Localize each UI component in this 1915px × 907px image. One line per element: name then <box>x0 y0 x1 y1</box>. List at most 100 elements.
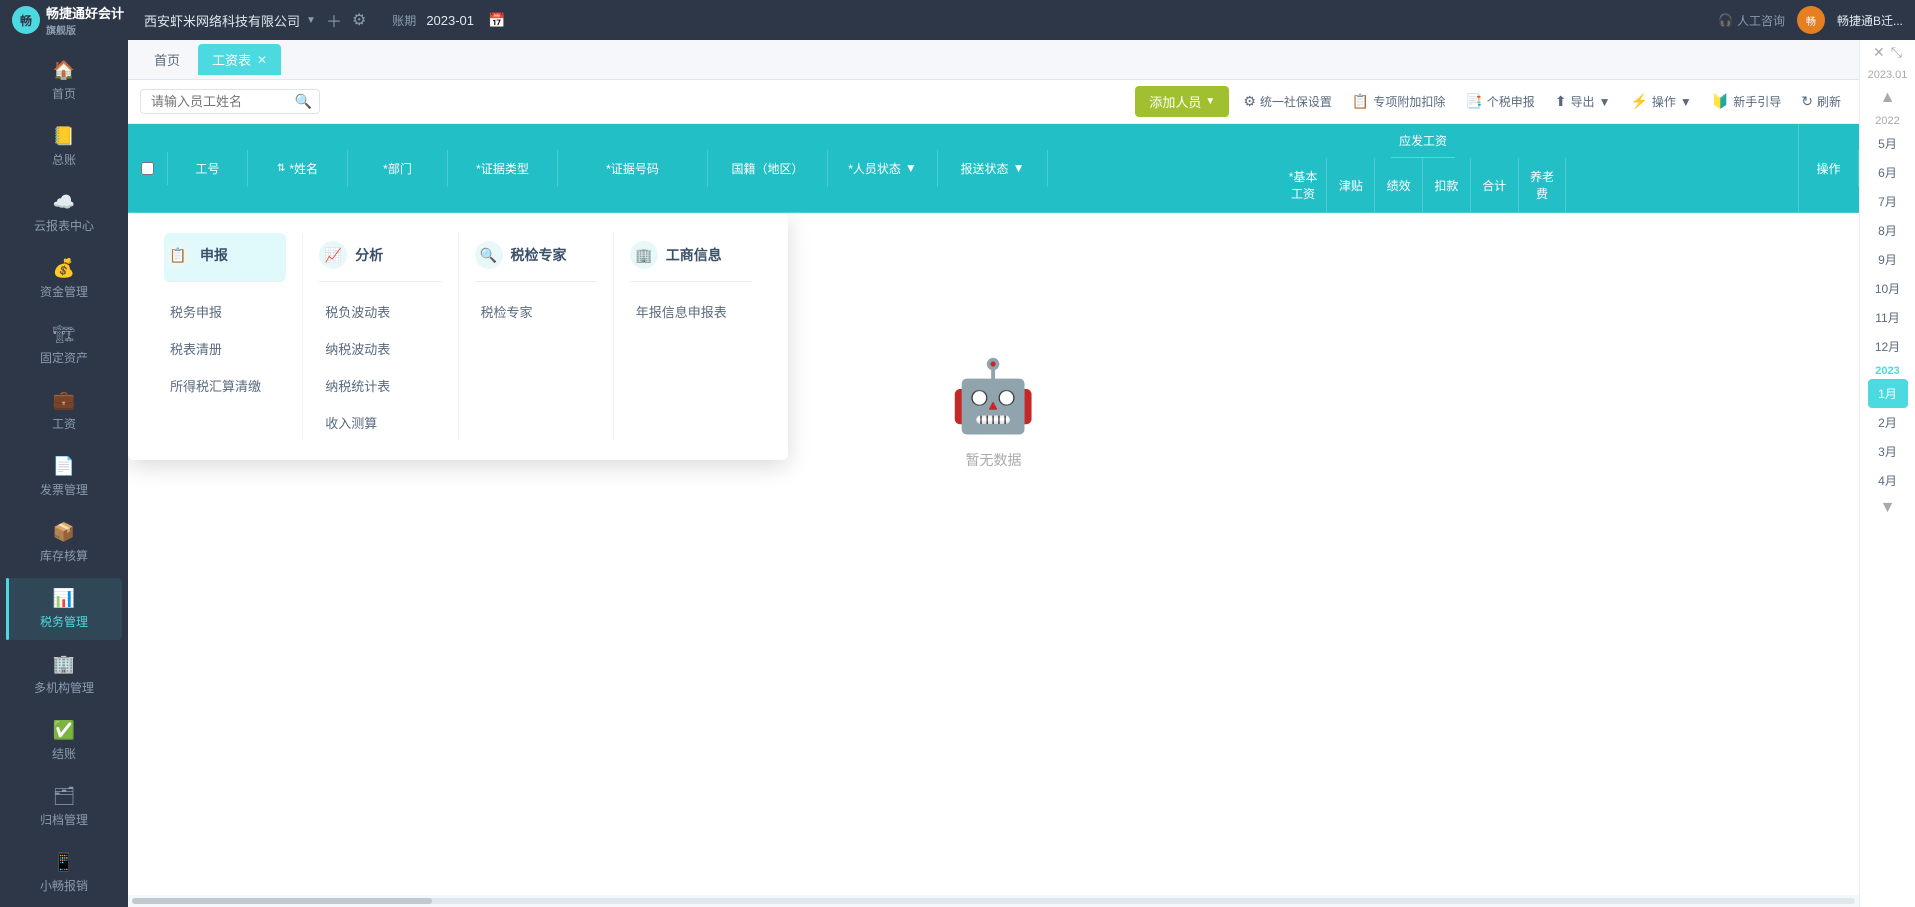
year-2022: 2022 <box>1875 115 1899 127</box>
search-input[interactable] <box>140 89 320 114</box>
company-selector[interactable]: 西安虾米网络科技有限公司 ▼ <box>144 11 316 30</box>
th-status[interactable]: *人员状态 ▼ <box>828 150 938 187</box>
panel-controls: ✕ ⤡ <box>1873 44 1902 61</box>
month-2022-9[interactable]: 9月 <box>1868 245 1908 274</box>
close-books-icon: ✅ <box>53 720 75 741</box>
month-2022-5[interactable]: 5月 <box>1868 129 1908 158</box>
tax-expert-item[interactable]: 税检专家 <box>475 294 597 329</box>
th-wages-group: 应发工资 *基本工资 津贴 绩效 扣款 合计 养老费 <box>1048 124 1799 212</box>
th-id: 工号 <box>168 150 248 187</box>
sidebar-item-close[interactable]: ✅ 结账 <box>6 710 122 772</box>
sidebar-item-inventory[interactable]: 📦 库存核算 <box>6 512 122 574</box>
th-total: 合计 <box>1471 158 1519 212</box>
dropdown-section-tax-expert: 🔍 税检专家 税检专家 <box>459 233 614 440</box>
period-label: 账期 <box>392 12 416 29</box>
month-2022-7[interactable]: 7月 <box>1868 187 1908 216</box>
calendar-nav-down[interactable]: ▼ <box>1876 495 1900 521</box>
status-filter-icon: ▼ <box>905 161 917 175</box>
month-2022-12[interactable]: 12月 <box>1868 332 1908 361</box>
social-security-label: 统一社保设置 <box>1260 93 1332 110</box>
th-report-status[interactable]: 报送状态 ▼ <box>938 150 1048 187</box>
section-header-tax-expert: 🔍 税检专家 <box>475 233 597 282</box>
scroll-thumb[interactable] <box>132 898 432 904</box>
analysis-title: 分析 <box>355 245 383 265</box>
panel-close-icon[interactable]: ✕ <box>1873 44 1885 61</box>
th-checkbox[interactable] <box>128 152 168 185</box>
add-person-label: 添加人员 <box>1149 92 1201 111</box>
th-wages-subs: *基本工资 津贴 绩效 扣款 合计 养老费 <box>1280 158 1567 212</box>
horizontal-scrollbar[interactable] <box>128 895 1859 907</box>
tax-return-btn[interactable]: 📑 个税申报 <box>1459 93 1540 110</box>
operations-btn[interactable]: ⚡ 操作 ▼ <box>1624 93 1697 110</box>
income-tax-calc-item[interactable]: 所得税汇算清缴 <box>164 368 286 403</box>
period-calendar-icon[interactable]: 📅 <box>488 12 505 29</box>
social-security-btn[interactable]: ⚙ 统一社保设置 <box>1237 93 1338 110</box>
th-wages-title: 应发工资 <box>1391 124 1455 158</box>
sidebar-item-home[interactable]: 🏠 首页 <box>6 50 122 112</box>
th-name[interactable]: ⇅ *姓名 <box>248 150 348 187</box>
tax-declaration-item[interactable]: 税务申报 <box>164 294 286 329</box>
sidebar-item-multi-org[interactable]: 🏢 多机构管理 <box>6 644 122 706</box>
month-2023-1[interactable]: 1月 <box>1868 379 1908 408</box>
sidebar-item-fixed-assets[interactable]: 🏗 固定资产 <box>6 314 122 376</box>
company-dropdown-arrow: ▼ <box>306 15 316 26</box>
month-2022-6[interactable]: 6月 <box>1868 158 1908 187</box>
tab-payroll-close[interactable]: ✕ <box>257 53 267 67</box>
tax-wave-item[interactable]: 纳税波动表 <box>319 331 441 366</box>
th-region: 国籍（地区） <box>708 150 828 187</box>
right-panel: ✕ ⤡ 2023.01 ▲ 2022 5月 6月 7月 8月 9月 10月 11… <box>1859 40 1915 907</box>
service-btn[interactable]: 🎧 人工咨询 <box>1718 12 1785 29</box>
add-person-button[interactable]: 添加人员 ▼ <box>1135 86 1229 117</box>
month-2023-2[interactable]: 2月 <box>1868 408 1908 437</box>
tax-expert-items: 税检专家 <box>475 294 597 329</box>
mini-report-icon: 📱 <box>53 852 75 873</box>
tax-burden-wave-item[interactable]: 税负波动表 <box>319 294 441 329</box>
month-2022-11[interactable]: 11月 <box>1868 303 1908 332</box>
th-cert-type: *证据类型 <box>448 150 558 187</box>
sidebar-item-mini-report[interactable]: 📱 小畅报销 <box>6 842 122 904</box>
logo-area: 畅 畅捷通好会计 旗舰版 <box>12 3 124 37</box>
tax-return-icon: 📑 <box>1465 93 1482 110</box>
calendar-nav-up[interactable]: ▲ <box>1876 85 1900 111</box>
fixed-assets-icon: 🏗 <box>53 324 76 345</box>
tab-home-label: 首页 <box>154 50 180 69</box>
tax-stat-item[interactable]: 纳税统计表 <box>319 368 441 403</box>
income-calc-item[interactable]: 收入测算 <box>319 405 441 440</box>
th-cert-no: *证据号码 <box>558 150 708 187</box>
sidebar-item-invoice[interactable]: 📄 发票管理 <box>6 446 122 508</box>
sidebar-item-fund[interactable]: 💰 资金管理 <box>6 248 122 310</box>
tab-payroll-label: 工资表 <box>212 50 251 69</box>
sidebar-item-archive[interactable]: 🗂 归档管理 <box>6 776 122 838</box>
panel-resize-icon[interactable]: ⤡ <box>1891 44 1902 61</box>
add-company-icon[interactable]: ＋ <box>326 8 342 32</box>
month-2022-8[interactable]: 8月 <box>1868 216 1908 245</box>
guide-btn[interactable]: 🔰 新手引导 <box>1706 93 1787 110</box>
special-deduction-btn[interactable]: 📋 专项附加扣除 <box>1346 93 1451 110</box>
sidebar-item-payroll[interactable]: 💼 工资 <box>6 380 122 442</box>
empty-text: 暂无数据 <box>966 450 1022 470</box>
sidebar-item-cloud-report[interactable]: ☁️ 云报表中心 <box>6 182 122 244</box>
ledger-icon: 📒 <box>53 126 75 147</box>
sidebar-item-tax[interactable]: 📊 税务管理 <box>6 578 122 640</box>
dropdown-section-declaration: 📋 申报 税务申报 税表清册 所得税汇算清缴 <box>148 233 303 440</box>
dropdown-menu: 📋 申报 税务申报 税表清册 所得税汇算清缴 📈 分析 <box>128 213 788 460</box>
app-name: 畅捷通好会计 <box>46 3 124 22</box>
dropdown-section-business-info: 🏢 工商信息 年报信息申报表 <box>614 233 768 440</box>
settings-icon[interactable]: ⚙ <box>352 10 366 30</box>
month-2023-3[interactable]: 3月 <box>1868 437 1908 466</box>
refresh-btn[interactable]: ↻ 刷新 <box>1795 93 1847 110</box>
service-icon: 🎧 <box>1718 13 1733 27</box>
tab-payroll-table[interactable]: 工资表 ✕ <box>198 44 281 75</box>
month-2023-4[interactable]: 4月 <box>1868 466 1908 495</box>
export-btn[interactable]: ⬆ 导出 ▼ <box>1549 93 1617 110</box>
annual-report-item[interactable]: 年报信息申报表 <box>630 294 752 329</box>
tax-icon: 📊 <box>53 588 75 609</box>
toolbar: 🔍 添加人员 ▼ ⚙ 统一社保设置 📋 专项附加扣除 📑 个税申报 ⬆ 导出 <box>128 80 1859 124</box>
tax-form-list-item[interactable]: 税表清册 <box>164 331 286 366</box>
month-2022-10[interactable]: 10月 <box>1868 274 1908 303</box>
select-all-checkbox[interactable] <box>141 162 154 175</box>
tab-home[interactable]: 首页 <box>140 44 194 75</box>
user-name: 畅捷通B迁... <box>1837 12 1903 29</box>
user-avatar: 畅 <box>1797 6 1825 34</box>
sidebar-item-ledger[interactable]: 📒 总账 <box>6 116 122 178</box>
